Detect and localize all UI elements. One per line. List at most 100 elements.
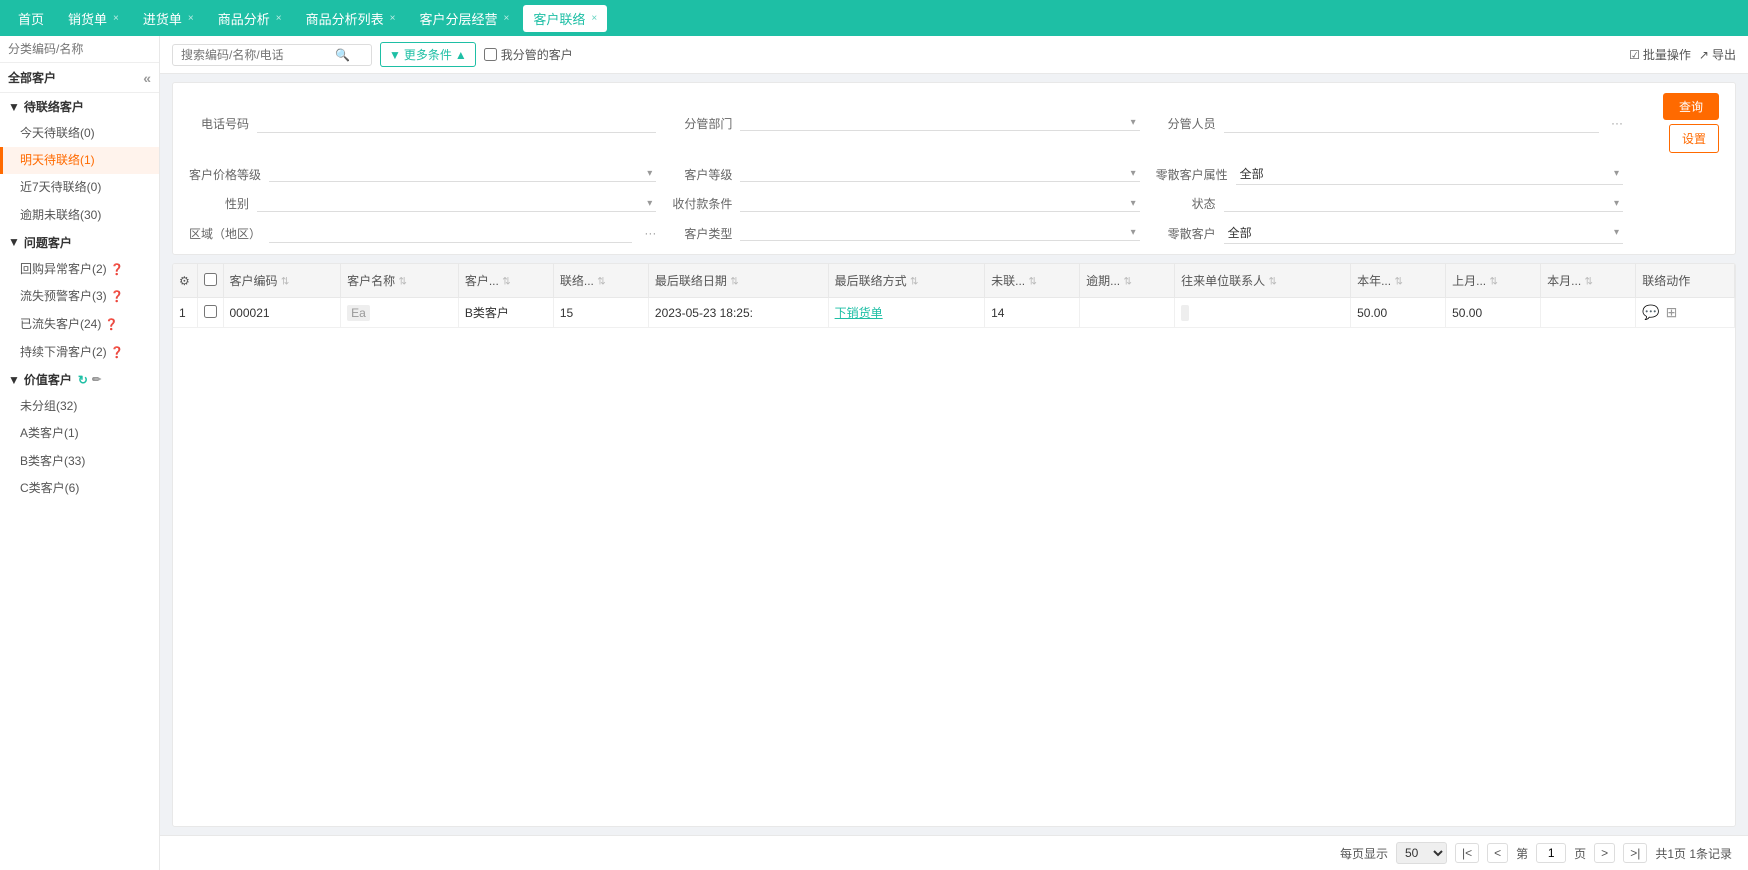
next-page-button[interactable]: > (1594, 843, 1615, 863)
nav-sales-order[interactable]: 销货单 × (58, 5, 129, 32)
table-header-type: 客户... ⇅ (458, 264, 553, 298)
row-unlinked: 14 (985, 298, 1080, 328)
search-icon[interactable]: 🔍 (335, 48, 350, 62)
settings-button[interactable]: 设置 (1669, 124, 1719, 153)
sort-icon[interactable]: ⇅ (910, 276, 918, 287)
table-header-name: 客户名称 ⇅ (341, 264, 459, 298)
dept-label: 分管部门 (672, 115, 732, 132)
table-header-code: 客户编码 ⇅ (223, 264, 341, 298)
arrow-icon: ▼ (8, 373, 20, 387)
sort-icon[interactable]: ⇅ (1489, 276, 1497, 287)
sidebar-item-churned[interactable]: 已流失客户(24) ❓ (0, 311, 159, 339)
retail-customer-select[interactable]: 全部 ▾ (1224, 222, 1623, 244)
page-label: 第 (1516, 845, 1528, 862)
sidebar-group-value[interactable]: ▼ 价值客户 ↻ ✏ (0, 366, 159, 393)
sidebar-item-churn-warning[interactable]: 流失预警客户(3) ❓ (0, 283, 159, 311)
region-input[interactable] (269, 224, 632, 243)
gender-label: 性别 (189, 195, 249, 212)
gender-select[interactable]: ▾ (257, 196, 656, 212)
row-checkbox[interactable] (197, 298, 223, 328)
table-header-gear[interactable]: ⚙ (173, 264, 197, 298)
toolbar: 🔍 ▼ 更多条件 ▲ 我分管的客户 ☑ 批量操作 ↗ 导出 (160, 36, 1748, 74)
select-all-checkbox[interactable] (204, 273, 217, 286)
sidebar-item-7days[interactable]: 近7天待联络(0) (0, 174, 159, 201)
row-last-method[interactable]: 下销货单 (828, 298, 985, 328)
more-filters-button[interactable]: ▼ 更多条件 ▲ (380, 42, 476, 67)
my-customers-checkbox[interactable]: 我分管的客户 (484, 46, 573, 63)
nav-customer-tier[interactable]: 客户分层经营 × (409, 5, 519, 32)
sort-icon[interactable]: ⇅ (399, 276, 407, 287)
nav-purchase-order[interactable]: 进货单 × (133, 5, 204, 32)
last-page-button[interactable]: >| (1623, 843, 1647, 863)
sidebar-search-input[interactable] (8, 42, 160, 56)
per-page-select[interactable]: 50 100 200 (1396, 842, 1447, 864)
close-icon[interactable]: × (591, 13, 597, 24)
grid-icon[interactable]: ⊞ (1666, 304, 1678, 321)
sort-icon[interactable]: ⇅ (597, 276, 605, 287)
sidebar-item-today[interactable]: 今天待联络(0) (0, 120, 159, 147)
search-input[interactable] (181, 48, 331, 62)
edit-icon[interactable]: ✏ (92, 373, 101, 386)
refresh-icon[interactable]: ↻ (78, 373, 88, 387)
phone-input[interactable] (257, 114, 656, 133)
sidebar-item-a-class[interactable]: A类客户(1) (0, 420, 159, 447)
page-input[interactable] (1536, 843, 1566, 863)
chevron-down-icon: ▾ (1614, 198, 1619, 209)
close-icon[interactable]: × (276, 13, 282, 24)
close-icon[interactable]: × (390, 13, 396, 24)
chevron-down-icon: ▾ (1131, 227, 1136, 238)
query-button[interactable]: 查询 (1663, 93, 1719, 120)
nav-product-analysis-list[interactable]: 商品分析列表 × (296, 5, 406, 32)
sort-icon[interactable]: ⇅ (1585, 276, 1593, 287)
close-icon[interactable]: × (188, 13, 194, 24)
collapse-icon[interactable]: « (143, 70, 151, 86)
sort-icon[interactable]: ⇅ (1269, 276, 1277, 287)
batch-operation-button[interactable]: ☑ 批量操作 (1629, 46, 1691, 63)
filter-retail-attr: 零散客户属性 全部 ▾ (1156, 163, 1623, 185)
nav-home[interactable]: 首页 (8, 5, 54, 32)
sidebar-item-tomorrow[interactable]: 明天待联络(1) (0, 147, 159, 174)
nav-product-analysis[interactable]: 商品分析 × (208, 5, 292, 32)
table-header-checkbox[interactable] (197, 264, 223, 298)
sort-icon[interactable]: ⇅ (281, 276, 289, 287)
sidebar-all-customers[interactable]: 全部客户 « (0, 63, 159, 93)
customer-type-select[interactable]: ▾ (740, 225, 1139, 241)
table-header-contact-count: 联络... ⇅ (553, 264, 648, 298)
sidebar-item-overdue[interactable]: 逾期未联络(30) (0, 202, 159, 229)
sidebar-item-ungrouped[interactable]: 未分组(32) (0, 393, 159, 420)
more-icon[interactable]: ··· (644, 226, 656, 240)
sidebar-item-b-class[interactable]: B类客户(33) (0, 448, 159, 475)
sidebar-item-c-class[interactable]: C类客户(6) (0, 475, 159, 502)
retail-attr-select[interactable]: 全部 ▾ (1236, 163, 1623, 185)
sidebar: 🔍 全部客户 « ▼ 待联络客户 今天待联络(0) 明天待联络(1) 近7天待联… (0, 36, 160, 870)
sidebar-item-declining[interactable]: 持续下滑客户(2) ❓ (0, 339, 159, 367)
export-button[interactable]: ↗ 导出 (1699, 46, 1736, 63)
row-this-year: 50.00 (1351, 298, 1446, 328)
top-nav: 首页 销货单 × 进货单 × 商品分析 × 商品分析列表 × 客户分层经营 × … (0, 0, 1748, 36)
status-select[interactable]: ▾ (1224, 196, 1623, 212)
manager-input[interactable] (1224, 114, 1599, 133)
nav-customer-contact[interactable]: 客户联络 × (523, 5, 607, 32)
customer-level-select[interactable]: ▾ (740, 166, 1139, 182)
sort-icon[interactable]: ⇅ (1124, 276, 1132, 287)
sidebar-group-problem[interactable]: ▼ 问题客户 (0, 229, 159, 256)
my-customers-check[interactable] (484, 48, 497, 61)
sort-icon[interactable]: ⇅ (1028, 276, 1036, 287)
close-icon[interactable]: × (113, 13, 119, 24)
filter-region: 区域（地区） ··· (189, 224, 656, 243)
table-header-unit-contact: 往来单位联系人 ⇅ (1175, 264, 1351, 298)
sort-icon[interactable]: ⇅ (730, 276, 738, 287)
prev-page-button[interactable]: < (1487, 843, 1508, 863)
comment-icon[interactable]: 💬 (1642, 304, 1659, 321)
sort-icon[interactable]: ⇅ (1394, 276, 1402, 287)
sidebar-group-pending[interactable]: ▼ 待联络客户 (0, 93, 159, 120)
price-level-select[interactable]: ▾ (269, 166, 656, 182)
row-select-checkbox[interactable] (204, 305, 217, 318)
first-page-button[interactable]: |< (1455, 843, 1479, 863)
dept-select[interactable]: ▾ (740, 115, 1139, 131)
sort-icon[interactable]: ⇅ (502, 276, 510, 287)
payment-select[interactable]: ▾ (740, 196, 1139, 212)
more-icon[interactable]: ··· (1611, 116, 1623, 130)
close-icon[interactable]: × (503, 13, 509, 24)
sidebar-item-repurchase-abnormal[interactable]: 回购异常客户(2) ❓ (0, 256, 159, 284)
